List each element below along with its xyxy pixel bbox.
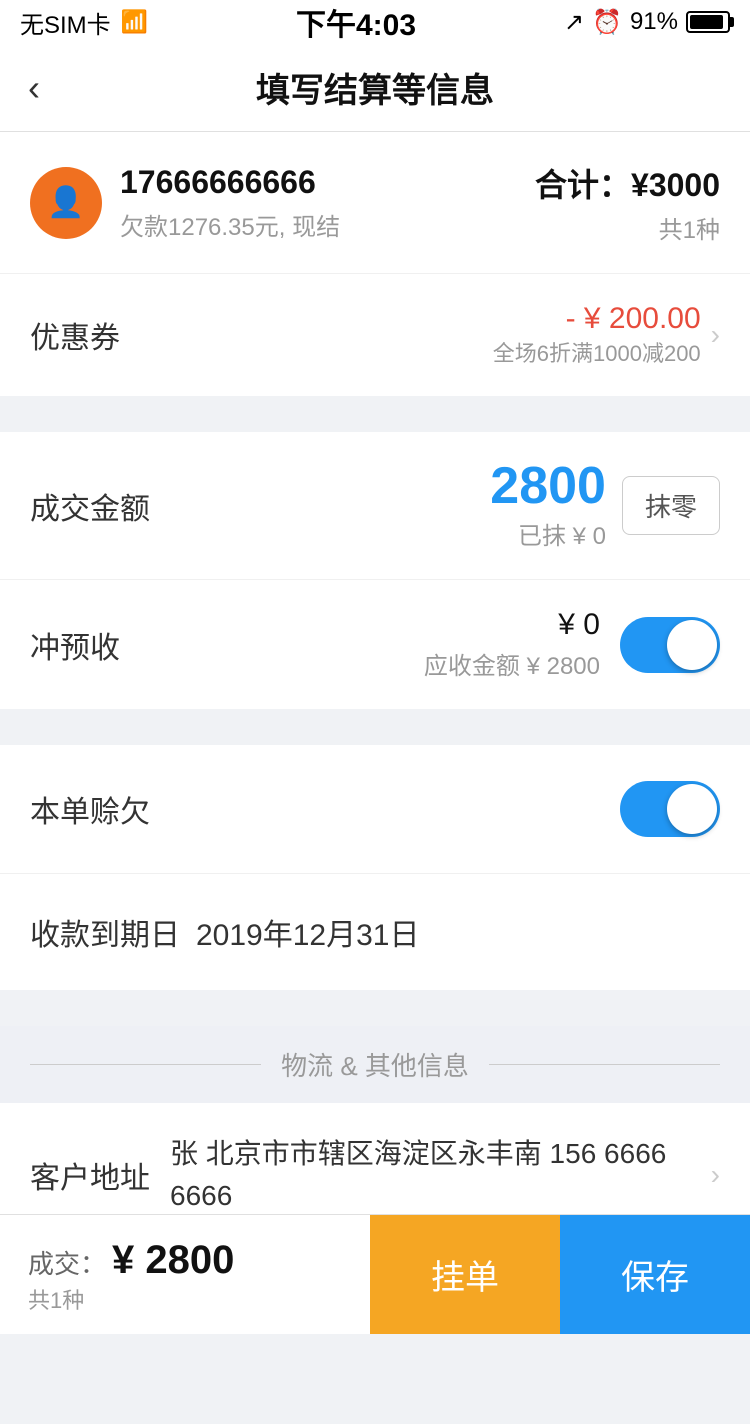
save-button-label: 保存 — [621, 1250, 689, 1299]
section-divider-3 — [0, 1006, 750, 1026]
customer-row: 👤 17666666666 欠款1276.35元, 现结 合计：¥3000 共1… — [0, 132, 750, 273]
page-title: 填写结算等信息 — [256, 63, 494, 112]
status-bar: 无SIM卡 📶 下午4:03 ↗ ⏰ 91% — [0, 0, 750, 44]
battery-icon — [686, 11, 730, 33]
location-icon: ↗ — [564, 8, 584, 37]
debt-toggle[interactable] — [620, 781, 720, 837]
debt-toggle-thumb — [667, 784, 717, 834]
coupon-chevron-icon: › — [711, 319, 720, 351]
prepay-amount: ¥ 0 — [424, 608, 600, 642]
prepay-amount-block: ¥ 0 应收金额 ¥ 2800 — [424, 608, 600, 681]
debt-card: 本单赊欠 收款到期日 2019年12月31日 — [0, 745, 750, 990]
customer-sub: 欠款1276.35元, 现结 — [120, 207, 340, 242]
due-date-row: 收款到期日 2019年12月31日 — [0, 874, 750, 990]
transaction-card: 成交金额 2800 已抹 ¥ 0 抹零 冲预收 ¥ 0 应收金额 ¥ 2800 — [0, 432, 750, 709]
avatar: 👤 — [30, 167, 102, 239]
transaction-amount-block: 2800 已抹 ¥ 0 — [490, 460, 606, 551]
customer-info: 17666666666 欠款1276.35元, 现结 — [120, 164, 340, 242]
footer-summary-amount: ¥ 2800 — [112, 1238, 234, 1283]
total-amount: 合计：¥3000 — [535, 160, 720, 206]
status-time: 下午4:03 — [296, 0, 416, 44]
address-chevron-icon: › — [711, 1159, 720, 1191]
footer-summary-label: 成交： — [28, 1244, 106, 1281]
logistics-divider: 物流 & 其他信息 — [0, 1026, 750, 1103]
wifi-icon: 📶 — [121, 9, 148, 35]
divider-line-left — [30, 1064, 261, 1065]
due-date-value: 2019年12月31日 — [196, 910, 419, 954]
total-value: ¥3000 — [631, 167, 720, 203]
transaction-value-area: 2800 已抹 ¥ 0 抹零 — [490, 460, 720, 551]
coupon-label: 优惠券 — [30, 313, 120, 357]
battery-percent: 91% — [630, 8, 678, 36]
avatar-icon: 👤 — [47, 185, 84, 220]
alarm-icon: ⏰ — [592, 8, 622, 37]
nav-bar: ‹ 填写结算等信息 — [0, 44, 750, 132]
footer: 成交： ¥ 2800 共1种 挂单 保存 — [0, 1214, 750, 1334]
transaction-label: 成交金额 — [30, 484, 150, 528]
transaction-sub: 已抹 ¥ 0 — [490, 516, 606, 551]
debt-label: 本单赊欠 — [30, 787, 150, 831]
prepay-sub: 应收金额 ¥ 2800 — [424, 646, 600, 681]
logistics-label: 物流 & 其他信息 — [261, 1046, 489, 1083]
footer-summary: 成交： ¥ 2800 共1种 — [0, 1215, 370, 1334]
hold-button[interactable]: 挂单 — [370, 1215, 560, 1334]
section-divider-2 — [0, 725, 750, 745]
customer-phone: 17666666666 — [120, 164, 340, 201]
address-label: 客户地址 — [30, 1153, 150, 1197]
section-divider-1 — [0, 412, 750, 432]
prepay-label: 冲预收 — [30, 623, 120, 667]
coupon-right: - ¥ 200.00 全场6折满1000减200 › — [493, 302, 720, 368]
transaction-row: 成交金额 2800 已抹 ¥ 0 抹零 — [0, 432, 750, 580]
customer-right: 合计：¥3000 共1种 — [535, 160, 720, 245]
prepay-toggle[interactable] — [620, 617, 720, 673]
address-value: 张 北京市市辖区海淀区永丰南 156 6666 6666 — [170, 1133, 711, 1217]
customer-left: 👤 17666666666 欠款1276.35元, 现结 — [30, 164, 340, 242]
debt-row: 本单赊欠 — [0, 745, 750, 874]
save-button[interactable]: 保存 — [560, 1215, 750, 1334]
prepay-right: ¥ 0 应收金额 ¥ 2800 — [424, 608, 720, 681]
status-right: ↗ ⏰ 91% — [564, 8, 730, 37]
coupon-row[interactable]: 优惠券 - ¥ 200.00 全场6折满1000减200 › — [0, 273, 750, 396]
customer-card: 👤 17666666666 欠款1276.35元, 现结 合计：¥3000 共1… — [0, 132, 750, 396]
status-left: 无SIM卡 📶 — [20, 5, 148, 40]
toggle-thumb — [667, 620, 717, 670]
back-button[interactable]: ‹ — [28, 67, 40, 109]
hold-button-label: 挂单 — [431, 1250, 499, 1299]
footer-count: 共1种 — [28, 1283, 342, 1315]
carrier-text: 无SIM卡 — [20, 5, 111, 40]
coupon-amount: - ¥ 200.00 — [493, 302, 701, 336]
divider-line-right — [489, 1064, 720, 1065]
prepay-row: 冲预收 ¥ 0 应收金额 ¥ 2800 — [0, 580, 750, 709]
total-label-inline: 合计： — [535, 167, 631, 203]
coupon-desc: 全场6折满1000减200 — [493, 336, 701, 368]
total-count: 共1种 — [535, 210, 720, 245]
transaction-amount: 2800 — [490, 460, 606, 512]
due-label: 收款到期日 — [30, 910, 180, 954]
round-button[interactable]: 抹零 — [622, 476, 720, 535]
